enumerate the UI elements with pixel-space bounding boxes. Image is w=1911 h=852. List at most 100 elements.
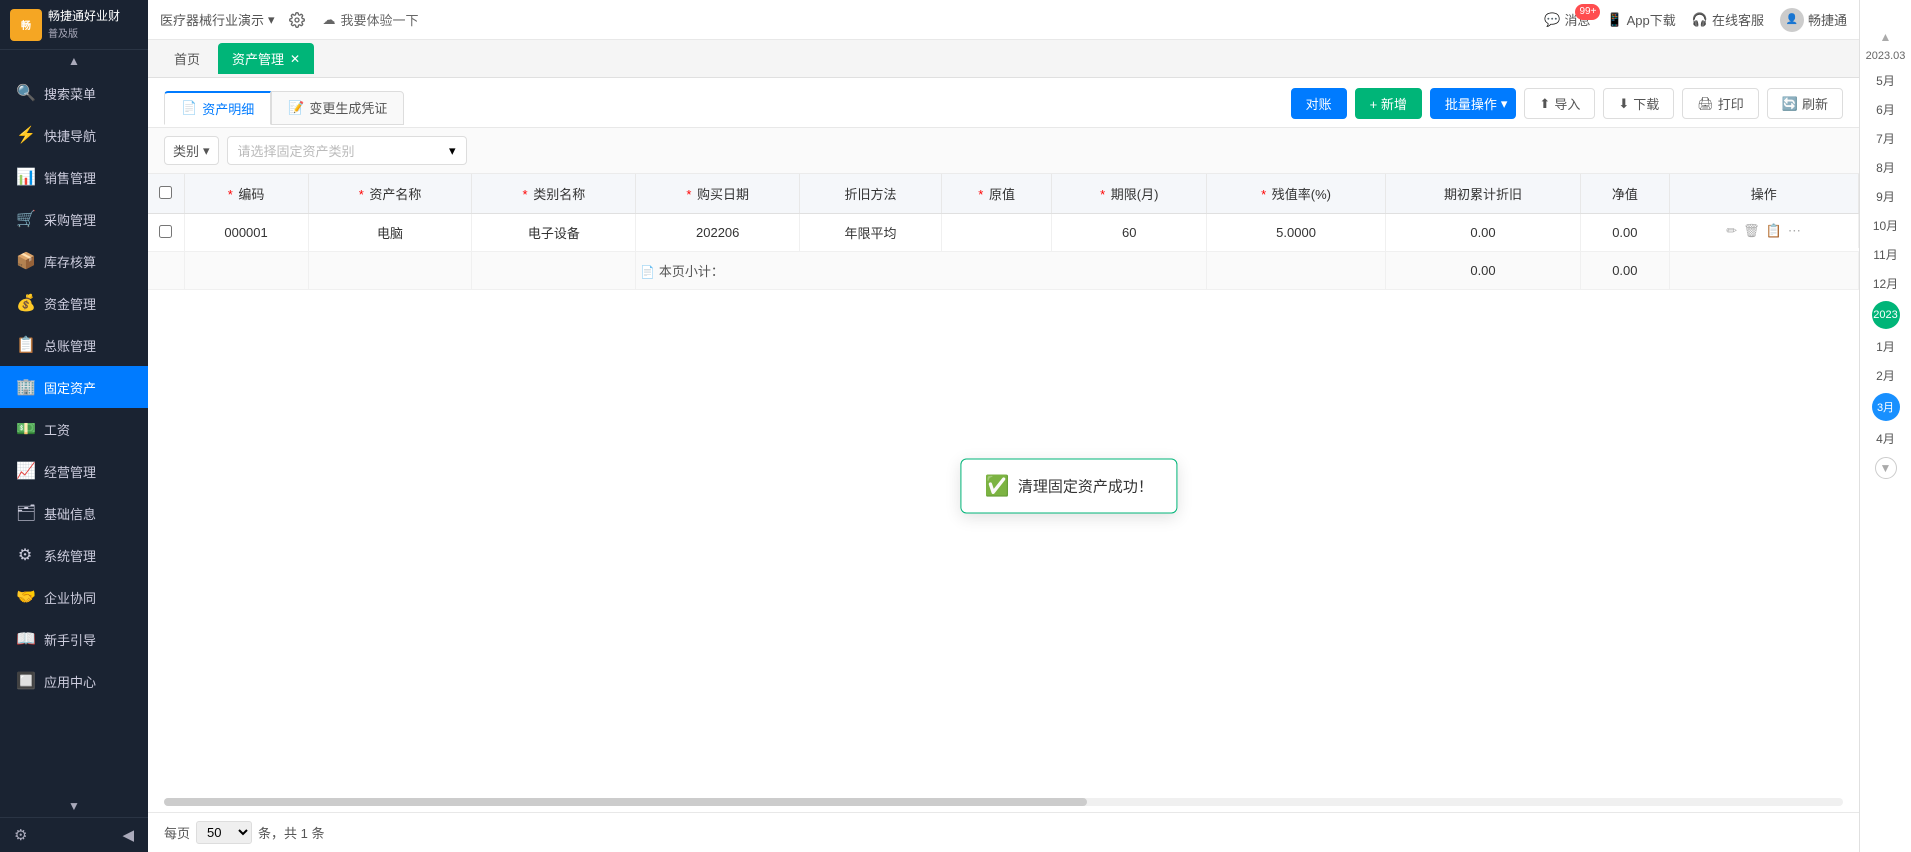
message-icon: 💬 <box>1544 12 1560 28</box>
download-button[interactable]: ⬇ 下载 <box>1603 88 1674 119</box>
sidebar-item-bizcoop[interactable]: 🤝 企业协同 <box>0 576 148 618</box>
cal-month-12[interactable]: 12月 <box>1860 269 1911 298</box>
cal-current-year[interactable]: 2023 <box>1872 301 1900 329</box>
sidebar-item-sysadmin[interactable]: ⚙ 系统管理 <box>0 534 148 576</box>
experience-label: 我要体验一下 <box>341 10 419 29</box>
sidebar-item-quicknav[interactable]: ⚡ 快捷导航 <box>0 114 148 156</box>
cal-month-2[interactable]: 2月 <box>1860 361 1911 390</box>
category-placeholder: 请选择固定资产类别 <box>238 141 355 160</box>
filter-dropdown-icon: ▾ <box>203 143 210 159</box>
download-icon: ⬇ <box>1618 96 1629 112</box>
horizontal-scrollbar[interactable] <box>164 798 1843 806</box>
cal-month-9[interactable]: 9月 <box>1860 182 1911 211</box>
delete-row-icon[interactable]: 🗑 <box>1743 223 1760 239</box>
total-label: 条，共 1 条 <box>258 823 324 842</box>
reconcile-button[interactable]: 对账 <box>1291 88 1347 119</box>
tab-home-label: 首页 <box>174 52 200 67</box>
tab-close-icon[interactable]: ✕ <box>290 52 300 66</box>
settings-bottom-icon[interactable]: ⚙ <box>14 826 27 844</box>
tab-assetmgmt[interactable]: 资产管理 ✕ <box>218 43 314 74</box>
cal-down-button[interactable]: ▼ <box>1875 457 1897 479</box>
sidebar-item-search[interactable]: 🔍 搜索菜单 <box>0 72 148 114</box>
cal-month-11[interactable]: 11月 <box>1860 240 1911 269</box>
ledger-icon: 📋 <box>16 335 34 355</box>
subtotal-netvalue: 0.00 <box>1581 252 1669 290</box>
batch-dropdown-icon: ▾ <box>1501 96 1508 112</box>
cal-month-1[interactable]: 1月 <box>1860 332 1911 361</box>
cal-up-icon[interactable]: ▲ <box>1880 30 1892 44</box>
dollar-icon: 💵 <box>16 419 34 439</box>
import-icon: ⬆ <box>1539 96 1550 112</box>
sidebar-item-label: 采购管理 <box>44 210 96 229</box>
sidebar-edition: 普及版 <box>48 25 120 40</box>
cal-month-7[interactable]: 7月 <box>1860 124 1911 153</box>
cal-month-6[interactable]: 6月 <box>1860 95 1911 124</box>
sidebar-item-label: 系统管理 <box>44 546 96 565</box>
import-button[interactable]: ⬆ 导入 <box>1524 88 1595 119</box>
chart-icon: 📊 <box>16 167 34 187</box>
lightning-icon: ⚡ <box>16 125 34 145</box>
service-button[interactable]: 🎧 在线客服 <box>1692 10 1764 29</box>
table-footer: 每页 20 50 100 条，共 1 条 <box>148 812 1859 852</box>
category-input[interactable]: 请选择固定资产类别 ▾ <box>227 136 467 165</box>
sidebar-item-label: 企业协同 <box>44 588 96 607</box>
sidebar-item-basicinfo[interactable]: 🗂 基础信息 <box>0 492 148 534</box>
row-depreciation: 年限平均 <box>800 214 942 252</box>
more-row-icon[interactable]: ⋯ <box>1788 223 1801 239</box>
cal-month-5[interactable]: 5月 <box>1860 66 1911 95</box>
sidebar-item-mgmt[interactable]: 📈 经营管理 <box>0 450 148 492</box>
new-button[interactable]: + 新增 <box>1355 88 1422 119</box>
sidebar-item-ledger[interactable]: 📋 总账管理 <box>0 324 148 366</box>
select-all-checkbox[interactable] <box>159 186 172 199</box>
message-button[interactable]: 💬 消息 99+ <box>1544 10 1590 29</box>
sidebar-item-funds[interactable]: 💰 资金管理 <box>0 282 148 324</box>
book-icon: 📖 <box>16 629 34 649</box>
service-label: 在线客服 <box>1712 10 1764 29</box>
edit-row-icon[interactable]: ✏ <box>1726 223 1737 239</box>
sidebar-item-guide[interactable]: 📖 新手引导 <box>0 618 148 660</box>
sidebar-item-label: 搜索菜单 <box>44 84 96 103</box>
col-checkbox <box>148 174 184 214</box>
edit-icon: 📝 <box>288 100 304 116</box>
per-page-select[interactable]: 20 50 100 <box>196 821 252 844</box>
category-select[interactable]: 类别 ▾ <box>164 136 219 165</box>
cal-month-4[interactable]: 4月 <box>1860 424 1911 453</box>
settings-button[interactable] <box>283 6 311 34</box>
sidebar-item-inventory[interactable]: 📦 库存核算 <box>0 240 148 282</box>
sidebar-item-fixedasset[interactable]: 🏢 固定资产 <box>0 366 148 408</box>
sidebar-scroll-up[interactable]: ▲ <box>0 50 148 72</box>
cal-active-month[interactable]: 3月 <box>1872 393 1900 421</box>
sidebar-item-sales[interactable]: 📊 销售管理 <box>0 156 148 198</box>
scrollbar-thumb[interactable] <box>164 798 1087 806</box>
print-button[interactable]: 🖨 打印 <box>1682 88 1759 119</box>
sidebar-item-appcenter[interactable]: 🔲 应用中心 <box>0 660 148 702</box>
user-profile[interactable]: 👤 畅捷通 <box>1780 8 1847 32</box>
subtab-voucher[interactable]: 📝 变更生成凭证 <box>271 91 404 125</box>
sidebar: 畅 畅捷通好业财 普及版 ▲ 🔍 搜索菜单 ⚡ 快捷导航 📊 销售管理 🛒 采购… <box>0 0 148 852</box>
company-selector[interactable]: 医疗器械行业演示 ▾ <box>160 10 275 29</box>
copy-row-icon[interactable]: 📋 <box>1766 223 1782 239</box>
sidebar-title: 畅捷通好业财 <box>48 9 120 25</box>
tab-home[interactable]: 首页 <box>160 43 214 74</box>
row-select-checkbox[interactable] <box>159 225 172 238</box>
sidebar-scroll-down[interactable]: ▼ <box>0 795 148 817</box>
subtab-assetlist[interactable]: 📄 资产明细 <box>164 91 271 125</box>
subtab-voucher-label: 变更生成凭证 <box>309 98 387 117</box>
refresh-button[interactable]: 🔄 刷新 <box>1767 88 1843 119</box>
cal-month-10[interactable]: 10月 <box>1860 211 1911 240</box>
sidebar-item-payroll[interactable]: 💵 工资 <box>0 408 148 450</box>
cal-month-8[interactable]: 8月 <box>1860 153 1911 182</box>
sidebar-item-label: 销售管理 <box>44 168 96 187</box>
batch-button[interactable]: 批量操作 ▾ <box>1430 88 1517 119</box>
toolbar-right: 对账 + 新增 批量操作 ▾ ⬆ 导入 ⬇ 下载 🖨 <box>1291 88 1843 127</box>
money-icon: 💰 <box>16 293 34 313</box>
search-icon: 🔍 <box>16 83 34 103</box>
row-residualrate: 5.0000 <box>1207 214 1386 252</box>
experience-button[interactable]: ☁ 我要体验一下 <box>323 10 419 29</box>
collapse-sidebar-icon[interactable]: ◀ <box>122 826 134 844</box>
app-download-button[interactable]: 📱 App下载 <box>1606 10 1675 29</box>
top-header: 医疗器械行业演示 ▾ ☁ 我要体验一下 💬 消息 99+ 📱 App下载 <box>148 0 1859 40</box>
cloud-icon: ☁ <box>323 12 336 28</box>
sidebar-item-purchase[interactable]: 🛒 采购管理 <box>0 198 148 240</box>
avatar: 👤 <box>1780 8 1804 32</box>
